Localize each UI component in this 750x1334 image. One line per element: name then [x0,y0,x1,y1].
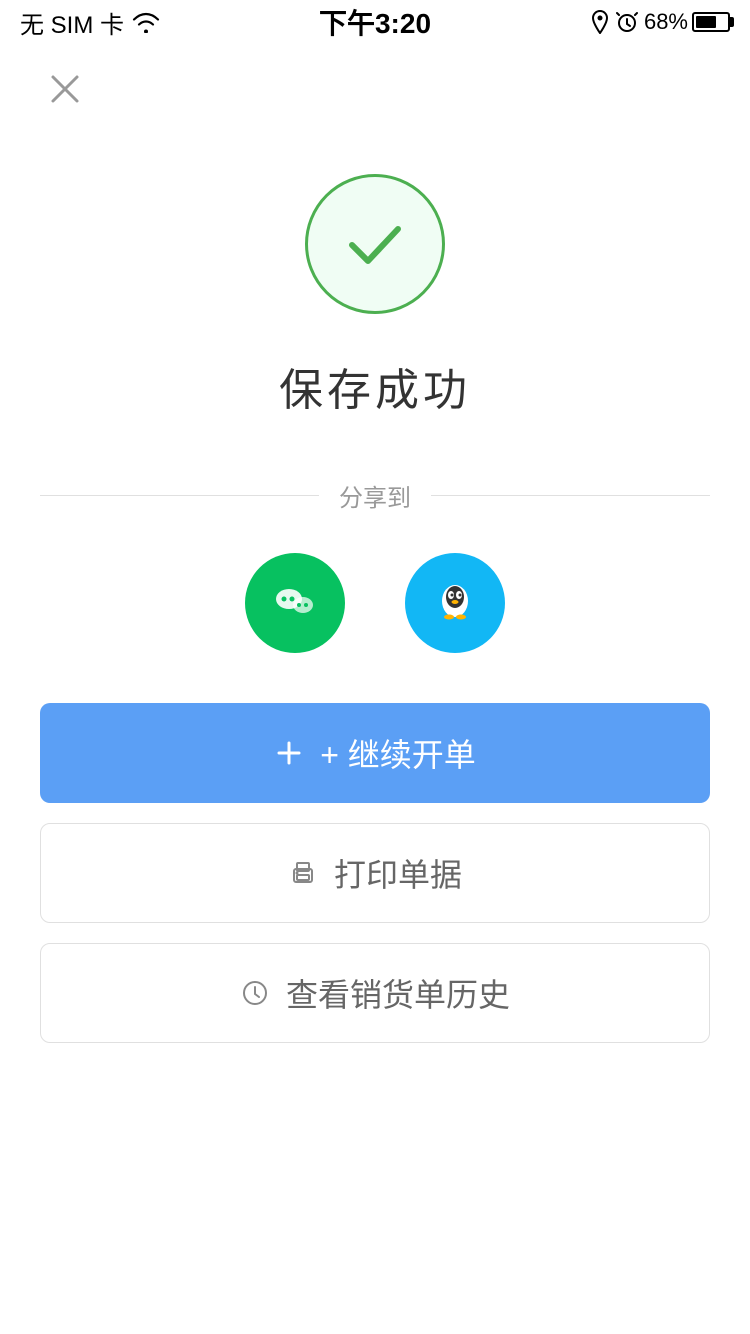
status-bar: 无 SIM 卡 下午3:20 68% [0,0,750,44]
continue-order-label: + 继续开单 [320,730,476,776]
checkmark-icon [340,209,410,279]
share-divider: 分享到 [40,478,710,513]
success-area: 保存成功 [40,174,710,418]
history-label: 查看销货单历史 [286,970,510,1016]
status-right-group: 68% [590,9,730,35]
close-button[interactable] [40,64,90,114]
continue-order-button[interactable]: + 继续开单 [40,703,710,803]
share-label: 分享到 [339,478,411,513]
qq-icon [427,575,483,631]
status-carrier: 无 SIM 卡 [20,5,160,40]
success-circle [305,174,445,314]
battery-percent: 68% [644,9,688,35]
location-icon [590,10,610,34]
plus-icon [274,738,304,768]
battery-container: 68% [644,9,730,35]
action-buttons: + 继续开单 打印单据 查看销货单历史 [40,703,710,1043]
history-button[interactable]: 查看销货单历史 [40,943,710,1043]
share-qq-button[interactable] [405,553,505,653]
battery-fill [696,16,716,28]
success-title: 保存成功 [279,354,471,418]
main-content: 保存成功 分享到 [0,44,750,1063]
carrier-text: 无 SIM 卡 [20,5,124,40]
wifi-icon [132,11,160,33]
share-wechat-button[interactable] [245,553,345,653]
share-section: 分享到 [40,478,710,653]
print-button[interactable]: 打印单据 [40,823,710,923]
battery-icon [692,12,730,32]
alarm-icon [616,10,638,34]
wechat-icon [267,575,323,631]
status-time: 下午3:20 [319,2,431,42]
print-label: 打印单据 [334,850,462,896]
share-icons [40,553,710,653]
history-icon [240,978,270,1008]
print-icon [288,858,318,888]
